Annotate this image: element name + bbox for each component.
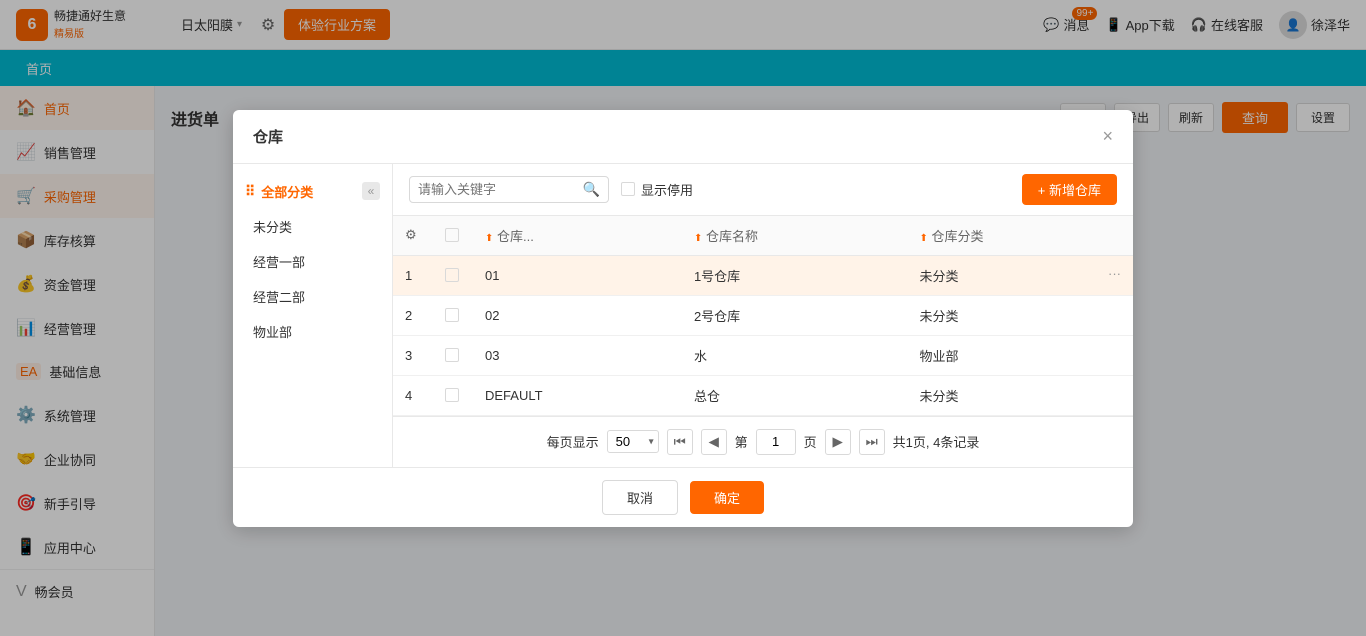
th-code: ⬆ 仓库... xyxy=(473,216,682,256)
modal-body: ⠿ 全部分类 « 未分类 经营一部 经营二部 物业部 🔍 xyxy=(233,164,1133,467)
th-checkbox xyxy=(433,216,473,256)
modal-overlay: 仓库 × ⠿ 全部分类 « 未分类 经营一部 经营二部 物业部 xyxy=(0,0,1366,636)
category-item-property[interactable]: 物业部 xyxy=(233,314,392,349)
show-disabled-checkbox[interactable] xyxy=(621,182,635,196)
warehouse-table: ⚙ ⬆ 仓库... ⬆ xyxy=(393,216,1133,416)
row-no-3: 3 xyxy=(393,335,433,375)
table-row[interactable]: 2 02 2号仓库 未分类 xyxy=(393,295,1133,335)
row-name-3: 水 xyxy=(682,335,908,375)
sort-icon-name: ⬆ xyxy=(694,233,702,244)
collapse-button[interactable]: « xyxy=(362,182,380,200)
sort-icon-category: ⬆ xyxy=(919,233,927,244)
th-name: ⬆ 仓库名称 xyxy=(682,216,908,256)
select-all-checkbox[interactable] xyxy=(445,228,459,242)
next-page-button[interactable]: ▶ xyxy=(825,429,851,455)
table-container: ⚙ ⬆ 仓库... ⬆ xyxy=(393,216,1133,416)
row-name-2: 2号仓库 xyxy=(682,295,908,335)
confirm-button[interactable]: 确定 xyxy=(690,481,764,514)
search-input[interactable] xyxy=(418,182,577,197)
table-row[interactable]: 4 DEFAULT 总仓 未分类 xyxy=(393,375,1133,415)
table-row[interactable]: 3 03 水 物业部 xyxy=(393,335,1133,375)
th-settings: ⚙ xyxy=(393,216,433,256)
table-header: ⚙ ⬆ 仓库... ⬆ xyxy=(393,216,1133,256)
per-page-select[interactable]: 50 100 200 xyxy=(607,430,659,453)
add-warehouse-button[interactable]: + 新增仓库 xyxy=(1022,174,1117,205)
row-category-3: 物业部 xyxy=(907,335,1133,375)
page-label: 第 xyxy=(735,432,748,451)
all-categories[interactable]: ⠿ 全部分类 xyxy=(245,182,313,201)
th-category: ⬆ 仓库分类 xyxy=(907,216,1133,256)
row-category-4: 未分类 xyxy=(907,375,1133,415)
search-box: 🔍 xyxy=(409,176,609,203)
category-item-unclassified[interactable]: 未分类 xyxy=(233,209,392,244)
total-info: 共1页, 4条记录 xyxy=(893,432,980,451)
last-page-button[interactable]: ⏭ xyxy=(859,429,885,455)
pager: 每页显示 50 100 200 ⏮ ◀ 第 页 ▶ ⏭ 共 xyxy=(393,416,1133,467)
row-cb-4 xyxy=(433,375,473,415)
row-checkbox-1[interactable] xyxy=(445,268,459,282)
row-no-2: 2 xyxy=(393,295,433,335)
page-input[interactable] xyxy=(756,429,796,455)
th-code-label: 仓库... xyxy=(497,229,534,244)
row-no-1: 1 xyxy=(393,255,433,295)
search-icon: 🔍 xyxy=(583,181,600,198)
modal-title: 仓库 xyxy=(253,126,283,147)
row-name-4: 总仓 xyxy=(682,375,908,415)
category-item-dept1[interactable]: 经营一部 xyxy=(233,244,392,279)
per-page-dropdown[interactable]: 50 100 200 xyxy=(607,430,659,453)
grid-icon: ⠿ xyxy=(245,183,255,200)
prev-page-button[interactable]: ◀ xyxy=(701,429,727,455)
row-category-2: 未分类 xyxy=(907,295,1133,335)
show-disabled-label[interactable]: 显示停用 xyxy=(621,180,693,199)
all-categories-label: 全部分类 xyxy=(261,182,313,201)
category-sidebar: ⠿ 全部分类 « 未分类 经营一部 经营二部 物业部 xyxy=(233,164,393,467)
cancel-button[interactable]: 取消 xyxy=(602,480,678,515)
row-checkbox-4[interactable] xyxy=(445,388,459,402)
table-body: 1 01 1号仓库 未分类 ··· xyxy=(393,255,1133,415)
row-cb-2 xyxy=(433,295,473,335)
sort-icon-code: ⬆ xyxy=(485,233,493,244)
settings-col-icon: ⚙ xyxy=(405,227,417,242)
modal-main: 🔍 显示停用 + 新增仓库 xyxy=(393,164,1133,467)
row-actions-icon-1[interactable]: ··· xyxy=(1108,266,1121,281)
row-category-1: 未分类 ··· xyxy=(907,255,1133,295)
show-disabled-text: 显示停用 xyxy=(641,180,693,199)
row-checkbox-2[interactable] xyxy=(445,308,459,322)
category-item-dept2[interactable]: 经营二部 xyxy=(233,279,392,314)
table-row[interactable]: 1 01 1号仓库 未分类 ··· xyxy=(393,255,1133,295)
modal-header: 仓库 × xyxy=(233,110,1133,164)
modal-actions: 取消 确定 xyxy=(233,467,1133,527)
row-code-2: 02 xyxy=(473,295,682,335)
row-no-4: 4 xyxy=(393,375,433,415)
category-header: ⠿ 全部分类 « xyxy=(233,174,392,209)
per-page-label: 每页显示 xyxy=(547,432,599,451)
row-code-1: 01 xyxy=(473,255,682,295)
modal-toolbar: 🔍 显示停用 + 新增仓库 xyxy=(393,164,1133,216)
row-cb-1 xyxy=(433,255,473,295)
th-category-label: 仓库分类 xyxy=(931,229,983,244)
close-icon[interactable]: × xyxy=(1102,126,1113,147)
row-checkbox-3[interactable] xyxy=(445,348,459,362)
first-page-button[interactable]: ⏮ xyxy=(667,429,693,455)
row-cb-3 xyxy=(433,335,473,375)
page-unit: 页 xyxy=(804,432,817,451)
row-code-3: 03 xyxy=(473,335,682,375)
th-name-label: 仓库名称 xyxy=(706,229,758,244)
row-code-4: DEFAULT xyxy=(473,375,682,415)
row-name-1: 1号仓库 xyxy=(682,255,908,295)
warehouse-modal: 仓库 × ⠿ 全部分类 « 未分类 经营一部 经营二部 物业部 xyxy=(233,110,1133,527)
